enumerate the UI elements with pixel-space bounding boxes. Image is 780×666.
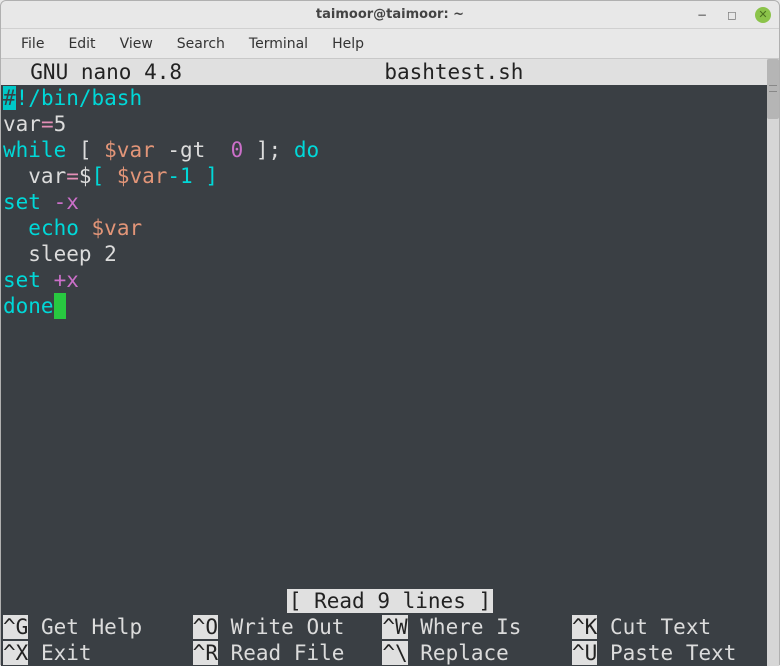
nano-filename: bashtest.sh <box>384 60 523 84</box>
shortcut-paste-key: ^U <box>572 641 597 665</box>
nano-header: GNU nano 4.8 bashtest.sh <box>1 59 779 85</box>
shebang-path: !/bin/bash <box>16 86 142 110</box>
menu-view[interactable]: View <box>108 32 165 56</box>
shortcut-writeout-key: ^O <box>193 615 218 639</box>
keyword-do: do <box>294 138 319 162</box>
scrollbar-thumb[interactable] <box>767 59 779 119</box>
editor-content[interactable]: #!/bin/bash var=5 while [ $var -gt 0 ]; … <box>1 85 779 319</box>
var-name: var <box>3 112 41 136</box>
keyword-set2: set <box>3 268 41 292</box>
shortcut-writeout: Write Out <box>218 615 382 639</box>
window-titlebar: taimoor@taimoor: ~ − ◻ ✕ <box>1 1 779 29</box>
menu-edit[interactable]: Edit <box>56 32 107 56</box>
shortcut-cut-key: ^K <box>572 615 597 639</box>
window-controls: − ◻ ✕ <box>695 7 771 23</box>
maximize-button[interactable]: ◻ <box>725 8 739 22</box>
shebang-hash: # <box>3 86 16 110</box>
shortcut-whereis: Where Is <box>408 615 572 639</box>
shortcut-replace-key: ^\ <box>382 641 407 665</box>
shortcut-whereis-key: ^W <box>382 615 407 639</box>
shortcut-cut: Cut Text <box>597 615 711 639</box>
terminal-scrollbar[interactable] <box>767 59 779 666</box>
shortcut-paste: Paste Text <box>597 641 736 665</box>
nano-version: GNU nano 4.8 <box>5 60 182 84</box>
keyword-echo: echo <box>28 216 79 240</box>
nano-status-message: [ Read 9 lines ] <box>287 589 493 613</box>
window-title: taimoor@taimoor: ~ <box>316 7 464 22</box>
terminal-area[interactable]: GNU nano 4.8 bashtest.sh #!/bin/bash var… <box>1 59 779 666</box>
minimize-button[interactable]: − <box>695 8 709 22</box>
shortcut-help-key: ^G <box>3 615 28 639</box>
shortcut-help: Get Help <box>28 615 192 639</box>
menu-file[interactable]: File <box>9 32 56 56</box>
cursor <box>54 293 66 319</box>
shortcut-replace: Replace <box>408 641 572 665</box>
keyword-while: while <box>3 138 66 162</box>
keyword-set: set <box>3 190 41 214</box>
menu-search[interactable]: Search <box>165 32 237 56</box>
shortcut-readfile: Read File <box>218 641 382 665</box>
nano-shortcuts: ^G Get Help ^O Write Out ^W Where Is ^K … <box>1 614 767 666</box>
shortcut-readfile-key: ^R <box>193 641 218 665</box>
shortcut-exit: Exit <box>28 641 192 665</box>
shortcut-exit-key: ^X <box>3 641 28 665</box>
keyword-done: done <box>3 294 54 318</box>
menu-help[interactable]: Help <box>320 32 376 56</box>
nano-status-line: [ Read 9 lines ] <box>1 588 779 614</box>
menubar: File Edit View Search Terminal Help <box>1 29 779 59</box>
close-button[interactable]: ✕ <box>755 7 771 23</box>
menu-terminal[interactable]: Terminal <box>237 32 320 56</box>
